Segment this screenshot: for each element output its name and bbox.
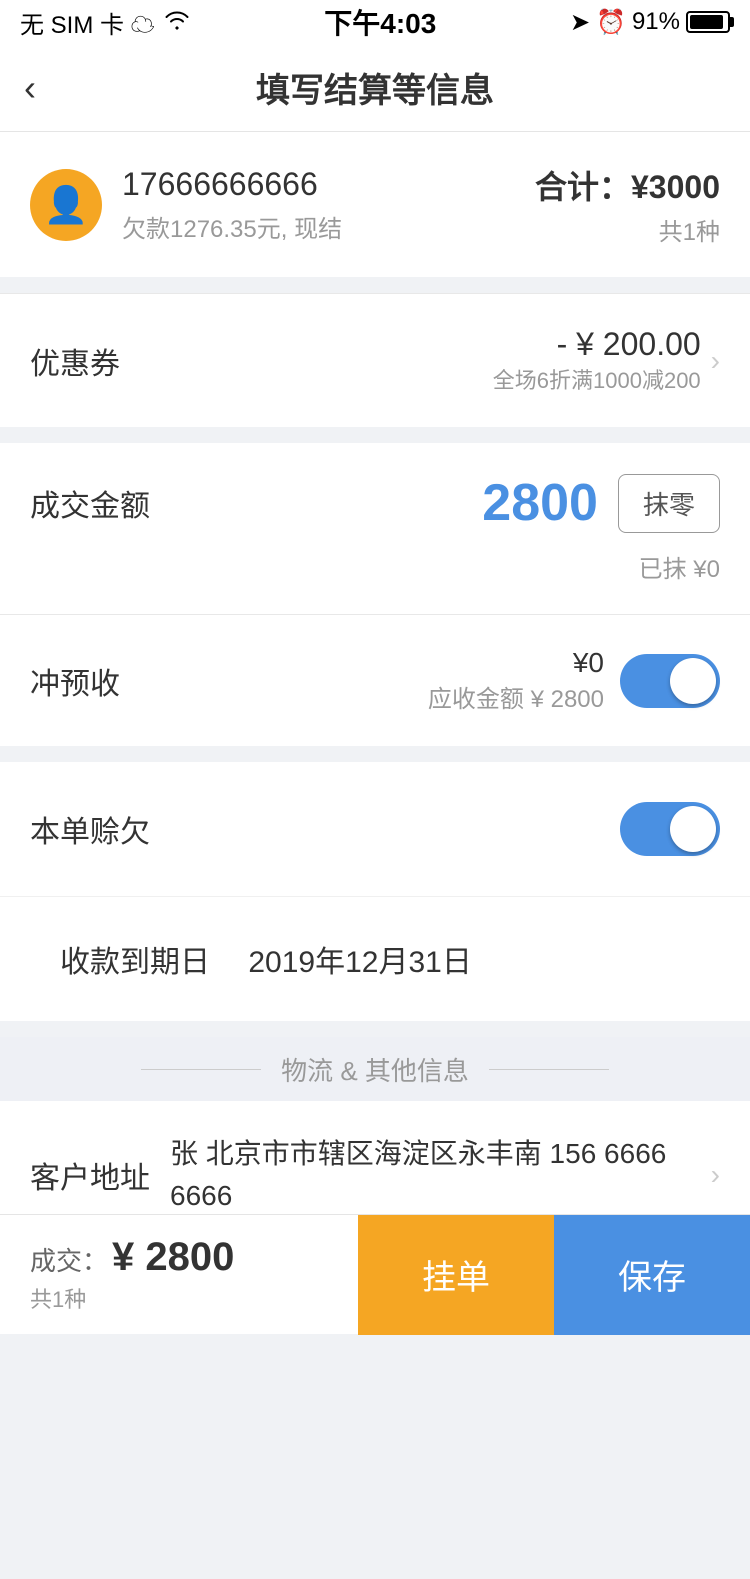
pending-button[interactable]: 挂单 xyxy=(358,1215,554,1335)
prepayment-amount: ¥0 xyxy=(428,647,604,679)
logistics-separator: 物流 & 其他信息 xyxy=(0,1037,750,1101)
debt-toggle-knob xyxy=(670,806,716,852)
page-title: 填写结算等信息 xyxy=(256,63,494,112)
customer-sub: 欠款1276.35元, 现结 xyxy=(122,209,342,244)
wifi-icon xyxy=(163,8,191,37)
customer-row: 👤 17666666666 欠款1276.35元, 现结 合计：¥3000 共1… xyxy=(30,162,720,247)
summary-label: 成交： xyxy=(30,1241,108,1278)
amount-label: 成交金额 xyxy=(30,481,150,525)
bottom-bar: 成交： ¥ 2800 共1种 挂单 保存 xyxy=(0,1214,750,1334)
debt-label: 本单赊欠 xyxy=(30,807,150,851)
prepayment-row: 冲预收 ¥0 应收金额 ¥ 2800 xyxy=(0,615,750,746)
section-gap-1 xyxy=(0,427,750,443)
amount-sub: 已抹 ¥0 xyxy=(30,549,720,584)
logistics-label: 物流 & 其他信息 xyxy=(141,1051,609,1088)
due-date-value: 2019年12月31日 xyxy=(248,946,471,979)
sim-label: 无 SIM 卡 ☁ xyxy=(20,5,155,40)
prepayment-label: 冲预收 xyxy=(30,659,120,703)
alarm-icon: ⏰ xyxy=(596,8,626,37)
prepayment-left: 冲预收 xyxy=(30,659,120,703)
prepayment-sub: 应收金额 ¥ 2800 xyxy=(428,679,604,714)
amount-right: 2800 抹零 xyxy=(482,473,720,533)
address-label: 客户地址 xyxy=(30,1153,150,1197)
status-time: 下午4:03 xyxy=(324,2,436,42)
battery-icon xyxy=(686,11,730,33)
coupon-value: - ¥ 200.00 xyxy=(493,326,701,363)
user-icon: 👤 xyxy=(44,184,89,226)
toggle-knob xyxy=(670,658,716,704)
round-button[interactable]: 抹零 xyxy=(618,474,720,533)
chevron-right-icon: › xyxy=(711,345,720,377)
total-value: 合计：¥3000 xyxy=(535,162,720,208)
status-bar: 无 SIM 卡 ☁ 下午4:03 ➤ ⏰ 91% xyxy=(0,0,750,44)
customer-right: 合计：¥3000 共1种 xyxy=(535,162,720,247)
summary-value: ¥ 2800 xyxy=(112,1235,234,1280)
customer-phone: 17666666666 xyxy=(122,166,342,203)
debt-toggle[interactable] xyxy=(620,802,720,856)
back-button[interactable]: ‹ xyxy=(24,67,36,109)
section-gap-2 xyxy=(0,746,750,762)
coupon-sub: 全场6折满1000减200 xyxy=(493,363,701,395)
status-left: 无 SIM 卡 ☁ xyxy=(20,5,191,40)
bottom-summary: 成交： ¥ 2800 共1种 xyxy=(0,1235,358,1314)
debt-row: 本单赊欠 xyxy=(0,762,750,896)
address-chevron-icon: › xyxy=(711,1159,720,1191)
customer-info: 17666666666 欠款1276.35元, 现结 xyxy=(122,166,342,244)
content-area: 👤 17666666666 欠款1276.35元, 现结 合计：¥3000 共1… xyxy=(0,132,750,1579)
coupon-label: 优惠券 xyxy=(30,339,120,383)
location-icon: ➤ xyxy=(570,8,590,37)
coupon-row[interactable]: 优惠券 - ¥ 200.00 全场6折满1000减200 › xyxy=(0,294,750,427)
avatar: 👤 xyxy=(30,169,102,241)
summary-count: 共1种 xyxy=(30,1282,328,1314)
customer-card: 👤 17666666666 欠款1276.35元, 现结 合计：¥3000 共1… xyxy=(0,132,750,277)
due-date-row: 收款到期日 2019年12月31日 xyxy=(0,896,750,1021)
due-date-label: 收款到期日 xyxy=(60,946,210,979)
prepayment-right: ¥0 应收金额 ¥ 2800 xyxy=(428,647,720,714)
section-gap-3 xyxy=(0,1021,750,1037)
amount-card: 成交金额 2800 抹零 已抹 ¥0 xyxy=(0,443,750,614)
address-value: 张 北京市市辖区海淀区永丰南 156 6666 6666 xyxy=(170,1133,711,1217)
status-right: ➤ ⏰ 91% xyxy=(570,8,730,37)
save-button[interactable]: 保存 xyxy=(554,1215,750,1335)
amount-value: 2800 xyxy=(482,473,598,533)
battery-percent: 91% xyxy=(632,8,680,36)
nav-bar: ‹ 填写结算等信息 xyxy=(0,44,750,132)
coupon-right: - ¥ 200.00 全场6折满1000减200 › xyxy=(493,326,720,395)
amount-row: 成交金额 2800 抹零 xyxy=(30,473,720,533)
customer-left: 👤 17666666666 欠款1276.35元, 现结 xyxy=(30,166,342,244)
prepayment-toggle[interactable] xyxy=(620,654,720,708)
total-count: 共1种 xyxy=(535,212,720,247)
